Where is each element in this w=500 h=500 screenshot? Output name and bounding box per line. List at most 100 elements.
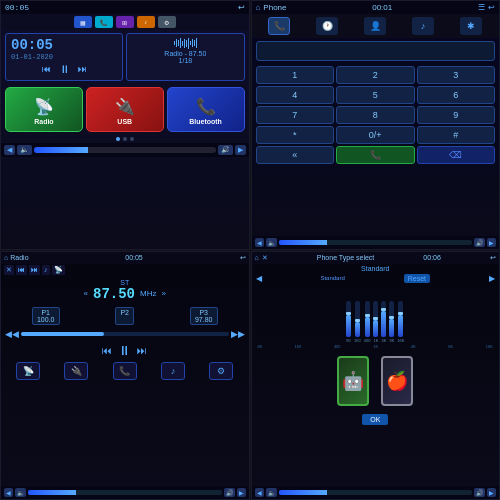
s4-eq-slider-1k[interactable] bbox=[373, 301, 378, 337]
s2-key-8[interactable]: 8 bbox=[336, 106, 415, 124]
s4-android-icon: 🤖 bbox=[337, 356, 369, 406]
s3-icon-prev[interactable]: ⏮ bbox=[16, 265, 27, 275]
s1-app-radio[interactable]: 📡 Radio bbox=[5, 87, 83, 132]
s2-menu-icon[interactable]: ☰ bbox=[478, 3, 485, 12]
s1-play-btn[interactable]: ⏸ bbox=[59, 63, 70, 75]
s1-progress-bar bbox=[34, 147, 216, 153]
s4-eq-handle-16k bbox=[398, 312, 403, 315]
s4-eq-slider-400[interactable] bbox=[365, 301, 370, 337]
s3-icon-note[interactable]: ♪ bbox=[42, 265, 50, 275]
s4-back-icon[interactable]: ↩ bbox=[490, 254, 496, 262]
s4-eq-slider-160[interactable] bbox=[355, 301, 360, 337]
s4-bb-vol-up[interactable]: 🔊 bbox=[474, 488, 485, 497]
s2-bb-vol-down[interactable]: 🔈 bbox=[266, 238, 277, 247]
s4-header-icons: ⌂ ✕ bbox=[255, 254, 268, 262]
s2-key-7[interactable]: 7 bbox=[256, 106, 335, 124]
s2-key-6[interactable]: 6 bbox=[417, 86, 496, 104]
s3-app-bt[interactable]: 📞 bbox=[113, 362, 137, 380]
s3-ctrl-prev[interactable]: ⏮ bbox=[102, 345, 112, 356]
s1-app-bluetooth[interactable]: 📞 Bluetooth bbox=[167, 87, 245, 132]
s2-tab-phone[interactable]: 📞 bbox=[268, 17, 290, 35]
s2-key-left-arrow[interactable]: « bbox=[256, 146, 335, 164]
s2-tab-bt[interactable]: ✱ bbox=[460, 17, 482, 35]
s2-call-btn[interactable]: 📞 bbox=[336, 146, 415, 164]
s4-close-icon[interactable]: ✕ bbox=[262, 254, 268, 262]
s1-back-btn[interactable]: ◀ bbox=[4, 145, 15, 155]
s4-eq-prev[interactable]: ◀ bbox=[256, 274, 262, 283]
s3-header-icons: ⌂ Radio bbox=[4, 254, 29, 261]
s1-vol-up-btn[interactable]: 🔊 bbox=[218, 145, 233, 155]
s2-home-icon[interactable]: ⌂ bbox=[256, 3, 261, 12]
s2-bb-vol-up[interactable]: 🔊 bbox=[474, 238, 485, 247]
s3-preset-3[interactable]: P3 97.80 bbox=[190, 307, 218, 325]
s1-back-icon[interactable]: ↩ bbox=[238, 3, 245, 12]
s1-bt-icon: 📞 bbox=[196, 97, 216, 116]
s2-key-star[interactable]: * bbox=[256, 126, 335, 144]
s4-eq-slider-80[interactable] bbox=[346, 301, 351, 337]
s3-icon-x[interactable]: ✕ bbox=[4, 265, 14, 275]
s2-tab-music[interactable]: ♪ bbox=[412, 17, 434, 35]
s3-bb-vol-down[interactable]: 🔈 bbox=[15, 488, 26, 497]
s4-eq-slider-16k[interactable] bbox=[398, 301, 403, 337]
s1-time: 00:05 bbox=[5, 3, 29, 12]
s3-icon-radio[interactable]: 📡 bbox=[52, 265, 65, 275]
s3-preset-1[interactable]: P1 100.0 bbox=[32, 307, 60, 325]
s3-bb-back[interactable]: ◀ bbox=[4, 488, 13, 497]
s2-key-0[interactable]: 0/+ bbox=[336, 126, 415, 144]
s1-fwd-btn[interactable]: ▶ bbox=[235, 145, 246, 155]
s1-vol-down-btn[interactable]: 🔈 bbox=[17, 145, 32, 155]
s3-seek-left[interactable]: ◀◀ bbox=[5, 329, 19, 339]
s1-icon-apps[interactable]: ⊞ bbox=[116, 16, 134, 28]
s1-next-btn[interactable]: ⏭ bbox=[78, 64, 87, 74]
s3-back-icon[interactable]: ↩ bbox=[240, 254, 246, 262]
s2-key-9[interactable]: 9 bbox=[417, 106, 496, 124]
s4-bb-back[interactable]: ◀ bbox=[255, 488, 264, 497]
s1-app-usb[interactable]: 🔌 USB bbox=[86, 87, 164, 132]
s3-app-radio[interactable]: 📡 bbox=[16, 362, 40, 380]
s2-header-left: ⌂ Phone bbox=[256, 3, 287, 12]
s4-apple-option[interactable]: 🍎 bbox=[381, 356, 413, 406]
s2-key-4[interactable]: 4 bbox=[256, 86, 335, 104]
s2-bb-back[interactable]: ◀ bbox=[255, 238, 264, 247]
s4-eq-slider-8k[interactable] bbox=[389, 301, 394, 337]
s3-app-usb[interactable]: 🔌 bbox=[64, 362, 88, 380]
s3-freq-left-arrow[interactable]: « bbox=[84, 289, 88, 298]
s2-tab-contacts[interactable]: 👤 bbox=[364, 17, 386, 35]
s4-home-icon[interactable]: ⌂ bbox=[255, 254, 259, 262]
s3-bb-fwd[interactable]: ▶ bbox=[237, 488, 246, 497]
s4-ok-btn[interactable]: OK bbox=[362, 414, 388, 425]
s2-backspace-btn[interactable]: ⌫ bbox=[417, 146, 496, 164]
s1-prev-btn[interactable]: ⏮ bbox=[42, 64, 51, 74]
s2-back-icon[interactable]: ↩ bbox=[488, 3, 495, 12]
s4-android-option[interactable]: 🤖 bbox=[337, 356, 369, 406]
s1-icon-phone[interactable]: 📞 bbox=[95, 16, 113, 28]
s1-clock-date: 01-01-2020 bbox=[11, 53, 117, 61]
s2-key-3[interactable]: 3 bbox=[417, 66, 496, 84]
s3-app-music[interactable]: ♪ bbox=[161, 362, 185, 380]
s2-tab-recent[interactable]: 🕐 bbox=[316, 17, 338, 35]
s2-key-1[interactable]: 1 bbox=[256, 66, 335, 84]
s2-bb-fwd[interactable]: ▶ bbox=[487, 238, 496, 247]
s3-preset-2[interactable]: P2 bbox=[115, 307, 134, 325]
s2-key-5[interactable]: 5 bbox=[336, 86, 415, 104]
s3-bb-vol-up[interactable]: 🔊 bbox=[224, 488, 235, 497]
s3-icon-next[interactable]: ⏭ bbox=[29, 265, 40, 275]
s1-icon-music[interactable]: ♪ bbox=[137, 16, 155, 28]
s3-app-settings[interactable]: ⚙ bbox=[209, 362, 233, 380]
s4-num-1: 80 bbox=[258, 344, 262, 349]
s4-eq-label: Standard bbox=[252, 264, 500, 273]
s4-bb-vol-down[interactable]: 🔈 bbox=[266, 488, 277, 497]
s4-eq-next[interactable]: ▶ bbox=[489, 274, 495, 283]
s4-eq-slider-4k[interactable] bbox=[381, 301, 386, 337]
s2-key-hash[interactable]: # bbox=[417, 126, 496, 144]
s2-key-2[interactable]: 2 bbox=[336, 66, 415, 84]
s1-icon-grid[interactable]: ▦ bbox=[74, 16, 92, 28]
s1-icon-settings[interactable]: ⚙ bbox=[158, 16, 176, 28]
s3-freq-right-arrow[interactable]: » bbox=[161, 289, 165, 298]
s3-ctrl-next[interactable]: ⏭ bbox=[137, 345, 147, 356]
s4-bb-fwd[interactable]: ▶ bbox=[487, 488, 496, 497]
s3-ctrl-play[interactable]: ⏸ bbox=[118, 343, 131, 358]
s3-home-icon[interactable]: ⌂ bbox=[4, 254, 8, 261]
s3-seek-right[interactable]: ▶▶ bbox=[231, 329, 245, 339]
s4-reset-btn[interactable]: Reset bbox=[404, 274, 430, 283]
